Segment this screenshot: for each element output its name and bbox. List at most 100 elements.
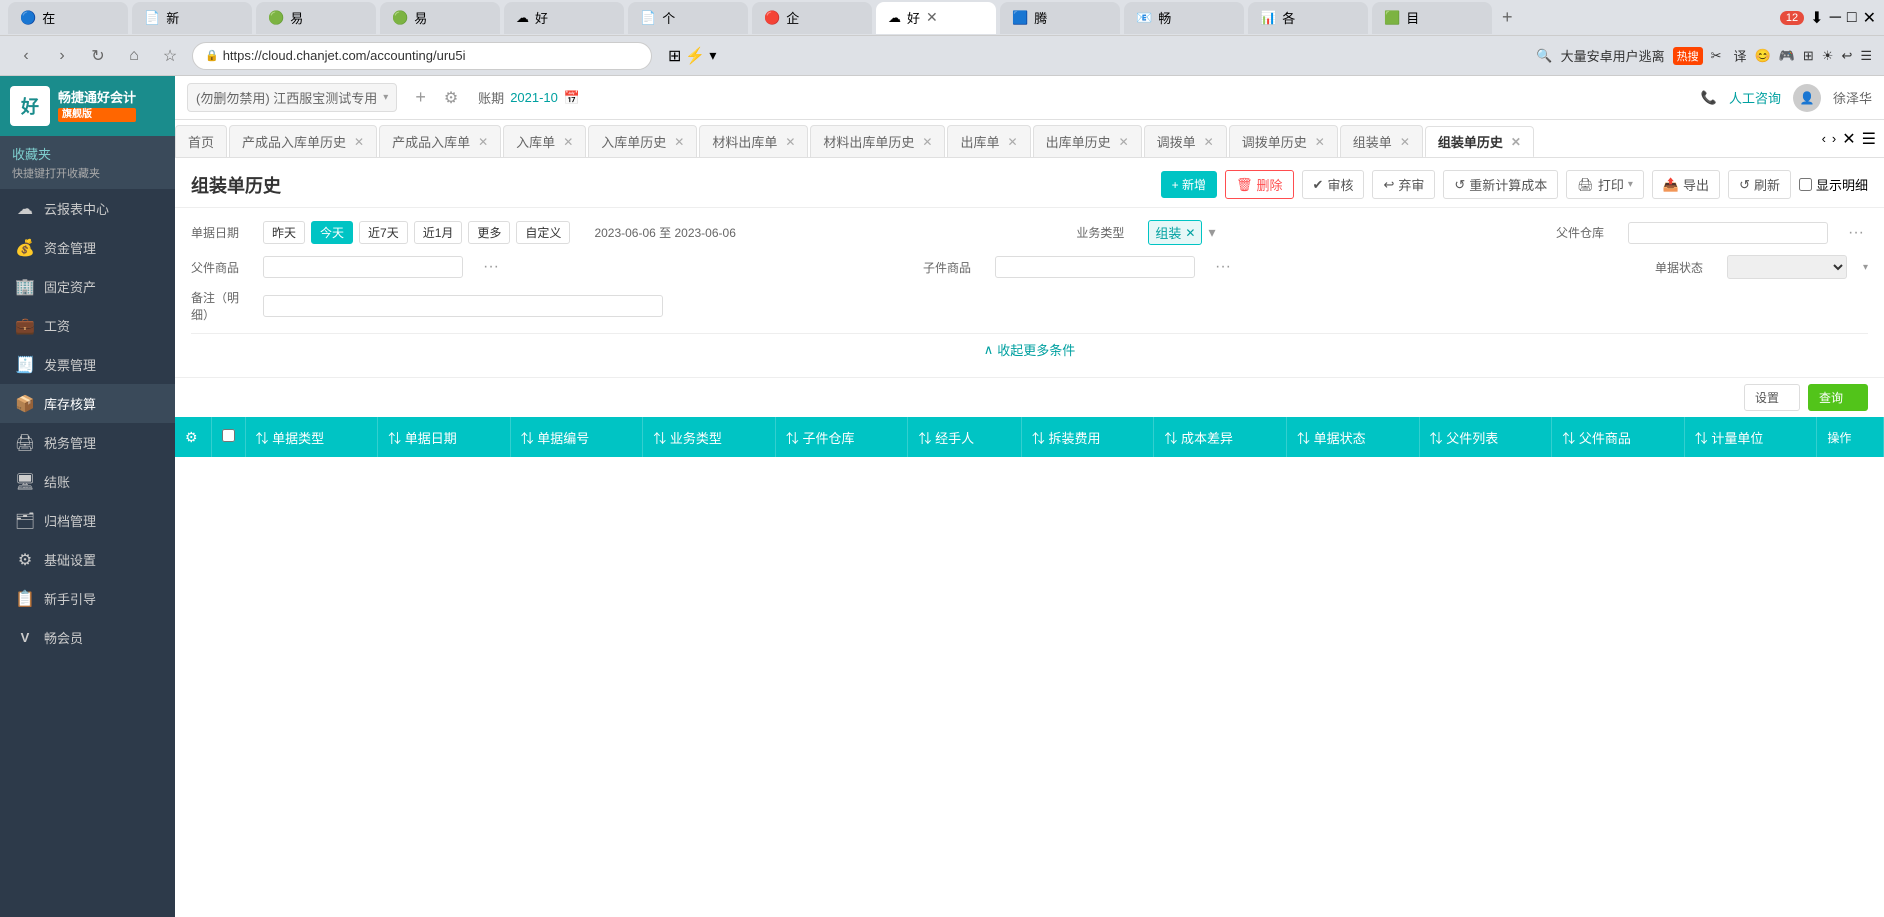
browser-tab-11[interactable]: 📊 各: [1248, 2, 1368, 34]
browser-tab-9[interactable]: 🟦 腾: [1000, 2, 1120, 34]
tab-close-all-icon[interactable]: ✕: [1842, 129, 1855, 149]
browser-tab-12[interactable]: 🟩 目: [1372, 2, 1492, 34]
browser-tab-3[interactable]: 🟢 易: [256, 2, 376, 34]
add-company-button[interactable]: +: [405, 83, 436, 112]
collapse-bar[interactable]: ∧ 收起更多条件: [191, 333, 1868, 365]
tab-mat-out-history[interactable]: 材料出库单历史 ✕: [810, 125, 945, 157]
tab-assembly-close[interactable]: ✕: [1400, 135, 1410, 149]
th-order-type[interactable]: ⇅ 单据类型: [245, 417, 378, 457]
th-parent-list[interactable]: ⇅ 父件列表: [1419, 417, 1552, 457]
tab-prod-in-history[interactable]: 产成品入库单历史 ✕: [229, 125, 377, 157]
approve-button[interactable]: ✔ 审核: [1302, 170, 1365, 199]
tab-right-icon[interactable]: ›: [1832, 131, 1836, 146]
sidebar-item-archive[interactable]: 🗂 归档管理: [0, 501, 175, 540]
browser-tab-5[interactable]: ☁ 好: [504, 2, 624, 34]
sidebar-item-invoice[interactable]: 🧾 发票管理: [0, 345, 175, 384]
browser-tab-10[interactable]: 📧 畅: [1124, 2, 1244, 34]
lightning-icon[interactable]: ⚡: [685, 46, 705, 66]
sidebar-item-checkout[interactable]: 🖥 结账: [0, 462, 175, 501]
emoji-icon[interactable]: 😊: [1755, 48, 1771, 64]
th-order-no[interactable]: ⇅ 单据编号: [510, 417, 643, 457]
tab-assembly[interactable]: 组装单 ✕: [1340, 125, 1423, 157]
sidebar-item-cloud-report[interactable]: ☁ 云报表中心: [0, 189, 175, 228]
delete-button[interactable]: 🗑 删除: [1225, 170, 1294, 199]
tab-mat-out-history-close[interactable]: ✕: [922, 135, 932, 149]
th-order-date[interactable]: ⇅ 单据日期: [378, 417, 511, 457]
th-biz-type[interactable]: ⇅ 业务类型: [643, 417, 776, 457]
tab-in-history[interactable]: 入库单历史 ✕: [588, 125, 697, 157]
sidebar-item-inventory[interactable]: 📦 库存核算: [0, 384, 175, 423]
th-handler[interactable]: ⇅ 经手人: [908, 417, 1021, 457]
scissors-icon[interactable]: ✂: [1711, 48, 1722, 64]
tab-out-order-close[interactable]: ✕: [1008, 135, 1018, 149]
tab-more-icon[interactable]: ☰: [1862, 129, 1876, 149]
abandon-button[interactable]: ↩ 弃审: [1372, 170, 1435, 199]
back-button[interactable]: ‹: [12, 42, 40, 70]
url-input[interactable]: 🔒 https://cloud.chanjet.com/accounting/u…: [192, 42, 652, 70]
note-input[interactable]: [263, 295, 663, 317]
tab-dispatch-history[interactable]: 调拨单历史 ✕: [1229, 125, 1338, 157]
tab-out-history-close[interactable]: ✕: [1119, 135, 1129, 149]
tab-mat-out[interactable]: 材料出库单 ✕: [699, 125, 808, 157]
sidebar-item-salary[interactable]: 💼 工资: [0, 306, 175, 345]
table-settings-icon[interactable]: ⚙: [185, 429, 198, 445]
forward-button[interactable]: ›: [48, 42, 76, 70]
sidebar-item-settings[interactable]: ⚙ 基础设置: [0, 540, 175, 579]
downloads-icon[interactable]: ⬇: [1810, 8, 1823, 28]
home-button[interactable]: ⌂: [120, 42, 148, 70]
sidebar-item-member[interactable]: V 畅会员: [0, 618, 175, 657]
parent-warehouse-more-btn[interactable]: ···: [1844, 224, 1868, 242]
child-goods-input[interactable]: [995, 256, 1195, 278]
date-btn-7days[interactable]: 近7天: [359, 221, 408, 244]
undo-icon[interactable]: ↩: [1841, 48, 1852, 64]
tab-in-order-close[interactable]: ✕: [563, 135, 573, 149]
dropdown-icon[interactable]: ▾: [709, 47, 716, 64]
browser-tab-1[interactable]: 🔵 在: [8, 2, 128, 34]
sidebar-item-guide[interactable]: 📋 新手引导: [0, 579, 175, 618]
th-settings[interactable]: ⚙: [175, 417, 211, 457]
maximize-icon[interactable]: □: [1847, 9, 1857, 27]
tab-dispatch-close[interactable]: ✕: [1204, 135, 1214, 149]
browser-tab-8[interactable]: ☁ 好 ✕: [876, 2, 996, 34]
th-order-status[interactable]: ⇅ 单据状态: [1287, 417, 1420, 457]
date-btn-yesterday[interactable]: 昨天: [263, 221, 305, 244]
th-cost-diff[interactable]: ⇅ 成本差异: [1154, 417, 1287, 457]
tab-dispatch-history-close[interactable]: ✕: [1315, 135, 1325, 149]
browser-tab-6[interactable]: 📄 个: [628, 2, 748, 34]
settings-gear-icon[interactable]: ⚙: [444, 88, 458, 108]
translate-icon[interactable]: 译: [1733, 46, 1746, 65]
tab-prod-in-history-close[interactable]: ✕: [354, 135, 364, 149]
sidebar-favorites[interactable]: 收藏夹 快捷键打开收藏夹: [0, 136, 175, 189]
tab-prod-in-close[interactable]: ✕: [478, 135, 488, 149]
date-btn-today[interactable]: 今天: [311, 221, 353, 244]
tab-in-history-close[interactable]: ✕: [674, 135, 684, 149]
tab-left-icon[interactable]: ‹: [1822, 131, 1826, 146]
sidebar-item-tax[interactable]: 🖨 税务管理: [0, 423, 175, 462]
customer-service-label[interactable]: 人工咨询: [1729, 88, 1781, 107]
theme-icon[interactable]: ☀: [1822, 48, 1834, 64]
tab-assembly-history[interactable]: 组装单历史 ✕: [1425, 126, 1534, 158]
export-button[interactable]: 📤 导出: [1652, 170, 1720, 199]
child-goods-more-btn[interactable]: ···: [1211, 258, 1235, 276]
tab-out-history[interactable]: 出库单历史 ✕: [1033, 125, 1142, 157]
th-child-warehouse[interactable]: ⇅ 子件仓库: [775, 417, 908, 457]
reload-button[interactable]: ↻: [84, 42, 112, 70]
date-btn-custom[interactable]: 自定义: [516, 221, 570, 244]
tab-prod-in[interactable]: 产成品入库单 ✕: [379, 125, 501, 157]
query-button[interactable]: 查询: [1808, 384, 1868, 411]
browser-tab-7[interactable]: 🔴 企: [752, 2, 872, 34]
new-tab-button[interactable]: +: [1496, 7, 1519, 28]
calendar-icon[interactable]: 📅: [564, 90, 580, 106]
th-disassembly-cost[interactable]: ⇅ 拆装费用: [1021, 417, 1154, 457]
grid-icon[interactable]: ⊞: [668, 46, 681, 66]
layout-icon[interactable]: ⊞: [1803, 48, 1814, 64]
refresh-button[interactable]: ↺ 刷新: [1728, 170, 1791, 199]
show-detail-checkbox[interactable]: [1799, 178, 1812, 191]
tab-dispatch[interactable]: 调拨单 ✕: [1144, 125, 1227, 157]
parent-goods-input[interactable]: [263, 256, 463, 278]
tab-out-order[interactable]: 出库单 ✕: [947, 125, 1030, 157]
biz-type-dropdown-icon[interactable]: ▾: [1208, 224, 1215, 241]
tab-mat-out-close[interactable]: ✕: [785, 135, 795, 149]
sidebar-item-fixed-assets[interactable]: 🏢 固定资产: [0, 267, 175, 306]
tab-assembly-history-close[interactable]: ✕: [1511, 135, 1521, 149]
